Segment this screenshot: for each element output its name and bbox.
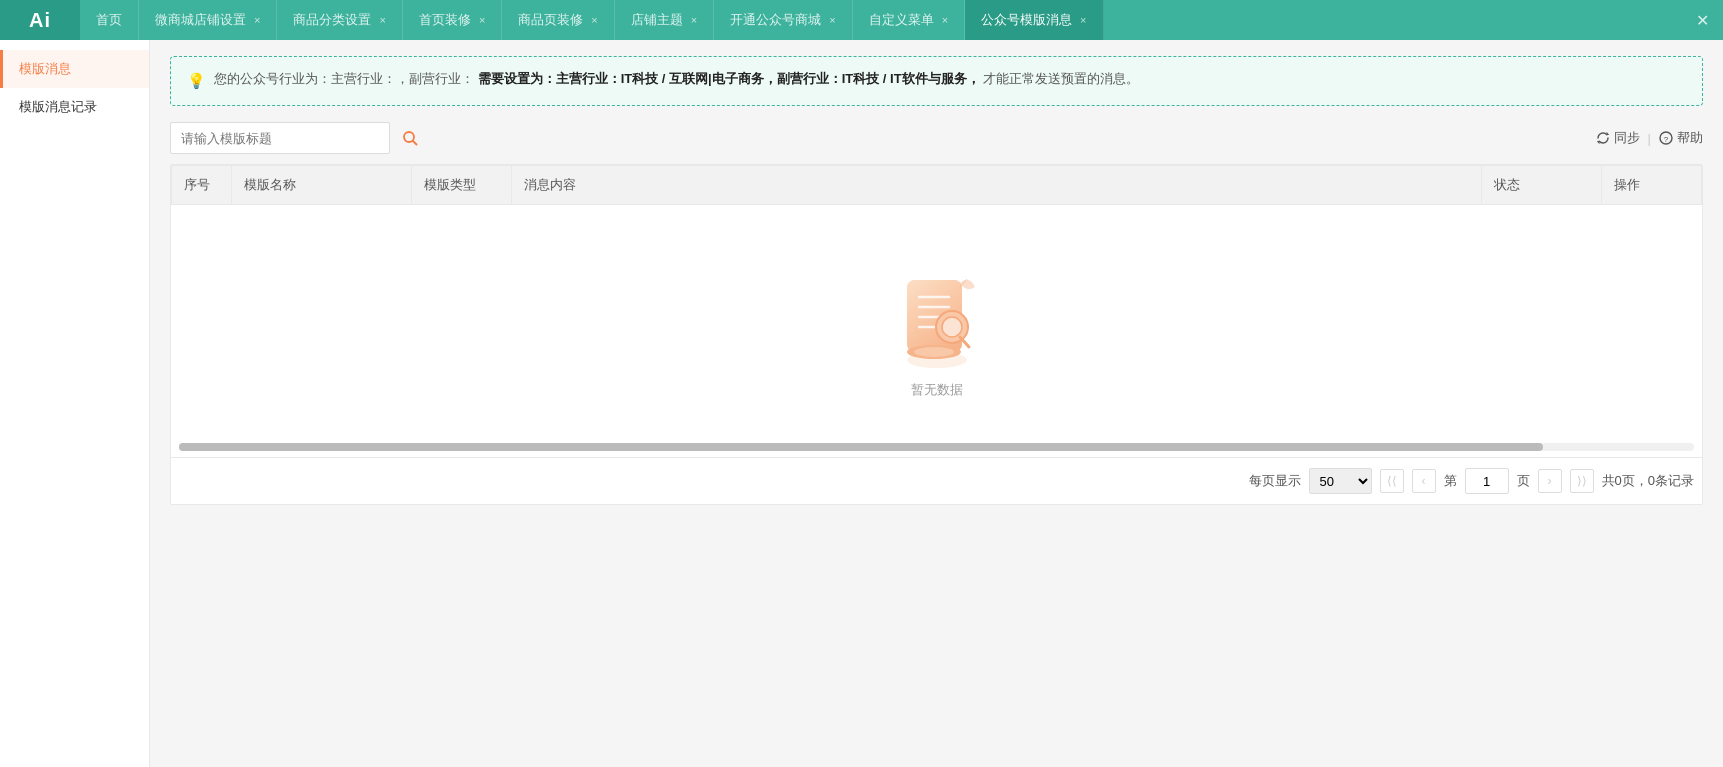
nav-label-home-decor: 首页装修 xyxy=(419,11,471,29)
next-page-icon: › xyxy=(1548,474,1552,488)
nav-close-open-mall[interactable]: × xyxy=(829,14,835,26)
nav-label-open-mall: 开通公众号商城 xyxy=(730,11,821,29)
nav-item-open-mall[interactable]: 开通公众号商城 × xyxy=(714,0,852,40)
search-icon xyxy=(402,130,418,146)
content-area: 💡 您的公众号行业为：主营行业：，副营行业： 需要设置为：主营行业：IT科技 /… xyxy=(150,40,1723,767)
next-page-button[interactable]: › xyxy=(1538,469,1562,493)
info-banner: 💡 您的公众号行业为：主营行业：，副营行业： 需要设置为：主营行业：IT科技 /… xyxy=(170,56,1703,106)
page-label-before: 第 xyxy=(1444,472,1457,490)
sidebar: 模版消息 模版消息记录 xyxy=(0,40,150,767)
nav-label-shop-theme: 店铺主题 xyxy=(631,11,683,29)
main-layout: 模版消息 模版消息记录 💡 您的公众号行业为：主营行业：，副营行业： 需要设置为… xyxy=(0,40,1723,767)
nav-item-home-decor[interactable]: 首页装修 × xyxy=(403,0,502,40)
page-label-after: 页 xyxy=(1517,472,1530,490)
info-suffix: 才能正常发送预置的消息。 xyxy=(983,71,1139,86)
empty-state: 暂无数据 xyxy=(172,205,1702,439)
search-bar: 同步 | ? 帮助 xyxy=(170,122,1703,154)
empty-text: 暂无数据 xyxy=(172,381,1702,399)
empty-row: 暂无数据 xyxy=(172,205,1702,440)
col-name: 模版名称 xyxy=(232,166,412,205)
nav-item-template-msg[interactable]: 公众号模版消息 × xyxy=(965,0,1103,40)
first-page-button[interactable]: ⟨⟨ xyxy=(1380,469,1404,493)
scroll-track-container xyxy=(171,439,1702,457)
info-highlight: 需要设置为：主营行业：IT科技 / 互联网|电子商务，副营行业：IT科技 / I… xyxy=(478,71,980,86)
last-page-button[interactable]: ⟩⟩ xyxy=(1570,469,1594,493)
nav-label-template-msg: 公众号模版消息 xyxy=(981,11,1072,29)
col-status: 状态 xyxy=(1482,166,1602,205)
close-all-icon: ✕ xyxy=(1696,12,1709,29)
nav-item-home[interactable]: 首页 xyxy=(80,0,139,40)
data-table: 序号 模版名称 模版类型 消息内容 状态 操作 xyxy=(171,165,1702,439)
table-wrapper: 序号 模版名称 模版类型 消息内容 状态 操作 xyxy=(170,164,1703,505)
last-page-icon: ⟩⟩ xyxy=(1577,474,1587,488)
scroll-track[interactable] xyxy=(179,443,1694,451)
nav-label-wshop: 微商城店铺设置 xyxy=(155,11,246,29)
sync-button[interactable]: 同步 xyxy=(1596,129,1640,147)
svg-line-1 xyxy=(413,141,417,145)
prev-page-icon: ‹ xyxy=(1422,474,1426,488)
help-button[interactable]: ? 帮助 xyxy=(1659,129,1703,147)
nav-item-product-decor[interactable]: 商品页装修 × xyxy=(502,0,614,40)
nav-label-product-decor: 商品页装修 xyxy=(518,11,583,29)
sidebar-label-template-msg: 模版消息 xyxy=(19,61,71,76)
tip-icon: 💡 xyxy=(187,69,206,93)
sidebar-item-template-msg[interactable]: 模版消息 xyxy=(0,50,149,88)
svg-point-14 xyxy=(942,317,962,337)
col-action: 操作 xyxy=(1602,166,1702,205)
sync-label: 同步 xyxy=(1614,129,1640,147)
nav-label-custom-menu: 自定义菜单 xyxy=(869,11,934,29)
search-bar-right: 同步 | ? 帮助 xyxy=(1596,129,1703,147)
info-banner-text: 您的公众号行业为：主营行业：，副营行业： 需要设置为：主营行业：IT科技 / 互… xyxy=(214,69,1139,90)
page-size-select[interactable]: 50 20 10 xyxy=(1309,468,1372,494)
logo-text: Ai xyxy=(29,9,51,32)
col-type: 模版类型 xyxy=(412,166,512,205)
prev-page-button[interactable]: ‹ xyxy=(1412,469,1436,493)
nav-close-wshop[interactable]: × xyxy=(254,14,260,26)
scroll-thumb xyxy=(179,443,1543,451)
nav-item-product-category[interactable]: 商品分类设置 × xyxy=(277,0,402,40)
table-header-row: 序号 模版名称 模版类型 消息内容 状态 操作 xyxy=(172,166,1702,205)
svg-text:?: ? xyxy=(1664,135,1669,144)
page-number-input[interactable] xyxy=(1465,468,1509,494)
nav-item-wshop-setting[interactable]: 微商城店铺设置 × xyxy=(139,0,277,40)
sidebar-item-template-msg-log[interactable]: 模版消息记录 xyxy=(0,88,149,126)
svg-point-8 xyxy=(914,347,954,357)
search-bar-left xyxy=(170,122,426,154)
search-button[interactable] xyxy=(394,122,426,154)
nav-close-home-decor[interactable]: × xyxy=(479,14,485,26)
nav-close-shop-theme[interactable]: × xyxy=(691,14,697,26)
search-input[interactable] xyxy=(170,122,390,154)
app-logo: Ai xyxy=(0,0,80,40)
empty-illustration xyxy=(887,265,987,365)
nav-label-home: 首页 xyxy=(96,11,122,29)
info-prefix: 您的公众号行业为：主营行业：，副营行业： xyxy=(214,71,474,86)
nav-close-template-msg[interactable]: × xyxy=(1080,14,1086,26)
toolbar-divider: | xyxy=(1648,131,1651,146)
first-page-icon: ⟨⟨ xyxy=(1387,474,1397,488)
help-label: 帮助 xyxy=(1677,129,1703,147)
help-icon: ? xyxy=(1659,131,1673,145)
total-label: 共0页，0条记录 xyxy=(1602,472,1694,490)
sync-icon xyxy=(1596,131,1610,145)
sidebar-label-template-msg-log: 模版消息记录 xyxy=(19,99,97,114)
col-index: 序号 xyxy=(172,166,232,205)
page-size-label: 每页显示 xyxy=(1249,472,1301,490)
nav-close-custom-menu[interactable]: × xyxy=(942,14,948,26)
nav-label-category: 商品分类设置 xyxy=(293,11,371,29)
top-navigation: Ai 首页 微商城店铺设置 × 商品分类设置 × 首页装修 × 商品页装修 × … xyxy=(0,0,1723,40)
col-content: 消息内容 xyxy=(512,166,1482,205)
pagination-bar: 每页显示 50 20 10 ⟨⟨ ‹ 第 页 › xyxy=(171,457,1702,504)
nav-close-product-decor[interactable]: × xyxy=(591,14,597,26)
nav-item-custom-menu[interactable]: 自定义菜单 × xyxy=(853,0,965,40)
nav-close-category[interactable]: × xyxy=(379,14,385,26)
nav-item-shop-theme[interactable]: 店铺主题 × xyxy=(615,0,714,40)
close-all-tabs-button[interactable]: ✕ xyxy=(1682,11,1723,30)
